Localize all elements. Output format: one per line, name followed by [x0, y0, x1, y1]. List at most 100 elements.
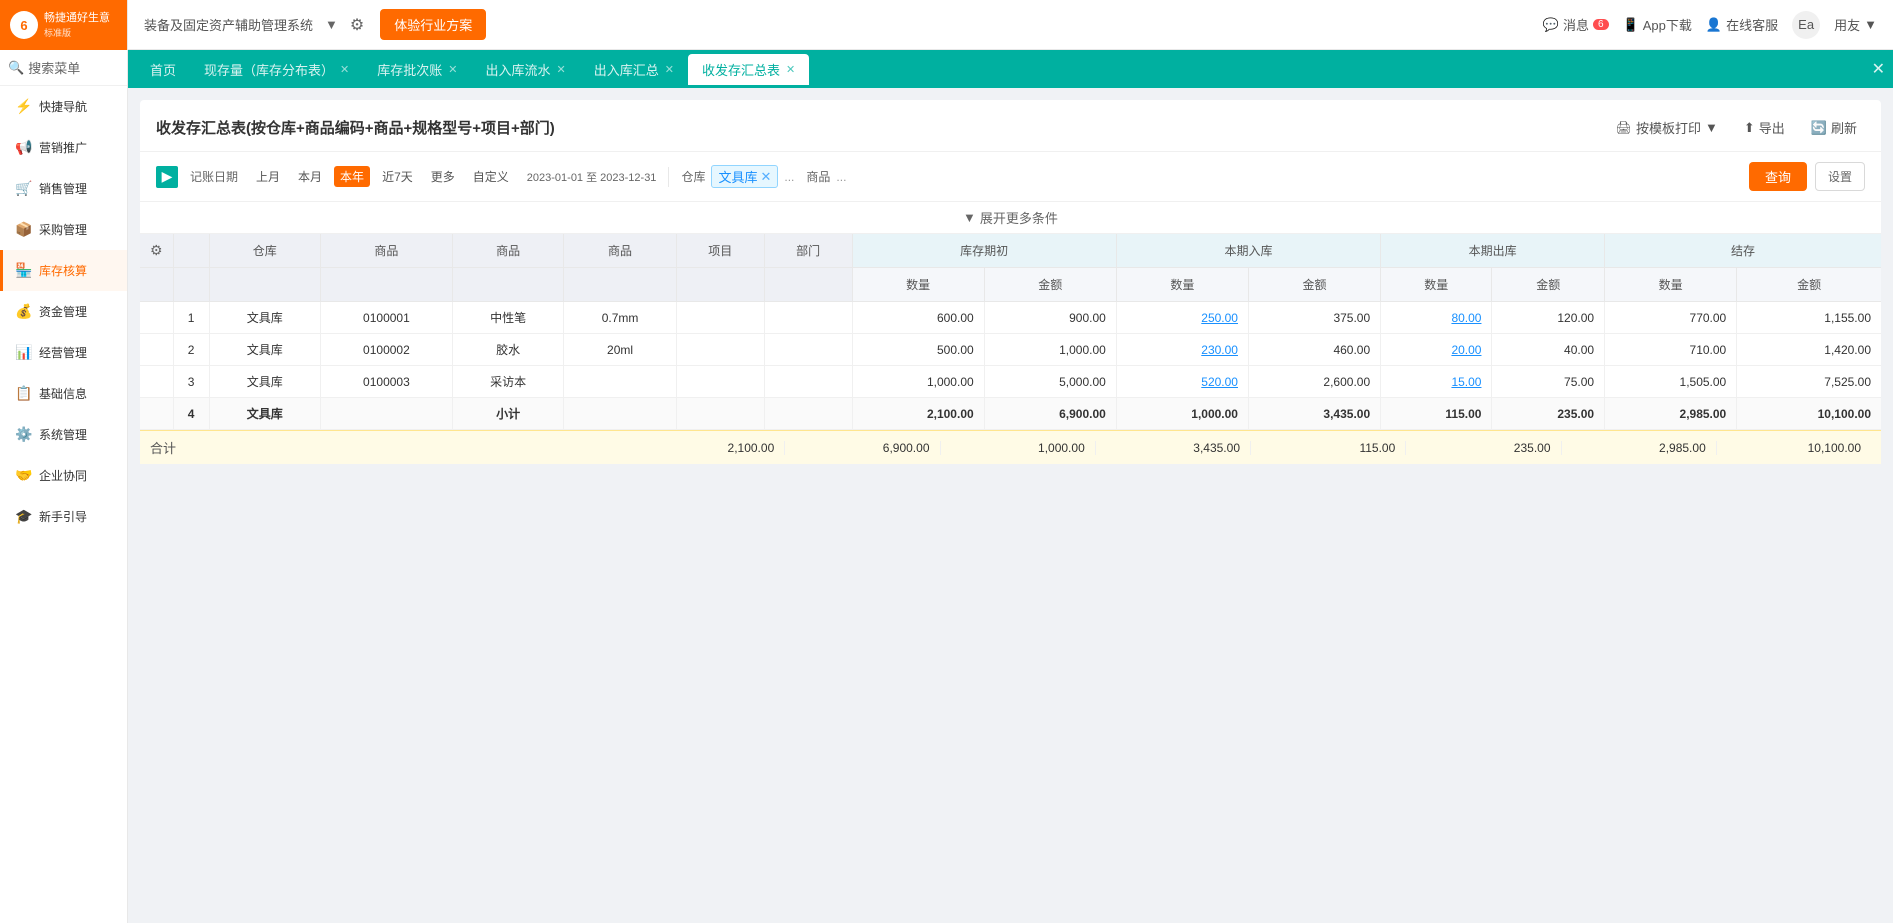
user-avatar[interactable]: Ea — [1792, 11, 1820, 39]
cell-out-qty[interactable]: 20.00 — [1381, 334, 1492, 366]
cell-project — [676, 398, 764, 430]
footer-out-amt: 235.00 — [1406, 441, 1561, 455]
sidebar-item-marketing[interactable]: 📢 营销推广 — [0, 127, 127, 168]
quick-nav-icon: ⚡ — [15, 98, 31, 115]
tab-batch-account-close[interactable]: ✕ — [448, 63, 457, 76]
th-gear[interactable]: ⚙ — [140, 234, 173, 268]
topbar-system: 装备及固定资产辅助管理系统 — [144, 15, 313, 34]
sidebar-item-operation[interactable]: 📊 经营管理 — [0, 332, 127, 373]
table-footer: 合计 2,100.00 6,900.00 1,000.00 3,435.00 1… — [140, 430, 1881, 464]
shortcut-this-month[interactable]: 本月 — [292, 166, 328, 187]
tab-home[interactable]: 首页 — [136, 54, 190, 85]
notification-item[interactable]: 💬 消息 6 — [1543, 15, 1609, 34]
cell-project — [676, 302, 764, 334]
close-all-tabs-button[interactable]: ✕ — [1872, 59, 1885, 79]
print-template-button[interactable]: 🖨 按模板打印 ▼ — [1607, 114, 1725, 141]
tab-recv-send-close[interactable]: ✕ — [786, 63, 795, 76]
cell-in-qty[interactable]: 230.00 — [1116, 334, 1248, 366]
table-settings-icon[interactable]: ⚙ — [150, 242, 163, 258]
cell-in-qty: 1,000.00 — [1116, 398, 1248, 430]
cell-out-amt: 40.00 — [1492, 334, 1605, 366]
tab-summary[interactable]: 出入库汇总 ✕ — [580, 54, 688, 85]
gear-icon[interactable]: ⚙ — [350, 15, 364, 35]
sidebar-item-purchase[interactable]: 📦 采购管理 — [0, 209, 127, 250]
expand-more-button[interactable]: ▼ 展开更多条件 — [963, 208, 1058, 227]
sidebar-item-sales[interactable]: 🛒 销售管理 — [0, 168, 127, 209]
cell-opening-qty: 2,100.00 — [852, 398, 984, 430]
tab-recv-send[interactable]: 收发存汇总表 ✕ — [688, 54, 809, 85]
filter-expand-button[interactable]: ▶ — [156, 166, 178, 188]
tab-flow[interactable]: 出入库流水 ✕ — [471, 54, 579, 85]
tab-summary-close[interactable]: ✕ — [665, 63, 674, 76]
shortcut-prev-month[interactable]: 上月 — [250, 166, 286, 187]
footer-out-qty: 115.00 — [1251, 441, 1406, 455]
cell-warehouse: 文具库 — [209, 366, 320, 398]
sidebar-item-guide[interactable]: 🎓 新手引导 — [0, 496, 127, 537]
basic-info-icon: 📋 — [15, 385, 31, 402]
cell-goods-name: 小计 — [452, 398, 563, 430]
cell-in-qty[interactable]: 520.00 — [1116, 366, 1248, 398]
refresh-button[interactable]: 🔄 刷新 — [1803, 114, 1865, 141]
guide-icon: 🎓 — [15, 508, 31, 525]
operation-icon: 📊 — [15, 344, 31, 361]
search-icon: 🔍 — [8, 60, 24, 76]
cell-closing-qty: 2,985.00 — [1605, 398, 1737, 430]
cell-opening-amt: 1,000.00 — [984, 334, 1116, 366]
tab-flow-close[interactable]: ✕ — [557, 63, 566, 76]
footer-opening-qty: 2,100.00 — [630, 441, 785, 455]
sidebar-item-label: 企业协同 — [39, 467, 87, 484]
refresh-icon: 🔄 — [1811, 120, 1827, 136]
goods-more[interactable]: ... — [836, 170, 846, 184]
cell-out-amt: 75.00 — [1492, 366, 1605, 398]
query-button[interactable]: 查询 — [1749, 162, 1807, 191]
shortcut-7-days[interactable]: 近7天 — [376, 166, 419, 187]
enterprise-icon: 🤝 — [15, 467, 31, 484]
sidebar-item-finance[interactable]: 💰 资金管理 — [0, 291, 127, 332]
cell-gear — [140, 302, 173, 334]
shortcut-more[interactable]: 更多 — [425, 166, 461, 187]
warehouse-more[interactable]: ... — [784, 170, 794, 184]
th-goods-code-sub — [320, 268, 452, 302]
th-index-sub — [173, 268, 209, 302]
sidebar-item-quick-nav[interactable]: ⚡ 快捷导航 — [0, 86, 127, 127]
cell-out-qty[interactable]: 80.00 — [1381, 302, 1492, 334]
th-opening-amt: 金额 — [984, 268, 1116, 302]
app-download-item[interactable]: 📱 App下载 — [1623, 15, 1692, 34]
tab-stock-dist-close[interactable]: ✕ — [340, 63, 349, 76]
topbar-dropdown-icon[interactable]: ▼ — [325, 17, 338, 32]
app-download-label: App下载 — [1643, 15, 1692, 34]
sidebar-item-system[interactable]: ⚙️ 系统管理 — [0, 414, 127, 455]
avatar-text: Ea — [1798, 17, 1814, 32]
cell-opening-amt: 900.00 — [984, 302, 1116, 334]
online-service-item[interactable]: 👤 在线客服 — [1706, 15, 1778, 34]
warehouse-tag-close[interactable]: ✕ — [760, 169, 771, 185]
settings-button[interactable]: 设置 — [1815, 162, 1865, 191]
expand-more-label: 展开更多条件 — [980, 208, 1058, 227]
sidebar-item-basic-info[interactable]: 📋 基础信息 — [0, 373, 127, 414]
expand-more-row: ▼ 展开更多条件 — [140, 202, 1881, 234]
cell-in-qty[interactable]: 250.00 — [1116, 302, 1248, 334]
try-button[interactable]: 体验行业方案 — [380, 9, 486, 40]
sidebar-search[interactable]: 🔍 搜索菜单 — [0, 50, 127, 86]
th-out-amt: 金额 — [1492, 268, 1605, 302]
th-goods-code: 商品 — [320, 234, 452, 268]
sidebar-item-enterprise[interactable]: 🤝 企业协同 — [0, 455, 127, 496]
date-label: 记账日期 — [190, 168, 238, 185]
th-project: 项目 — [676, 234, 764, 268]
cell-closing-qty: 1,505.00 — [1605, 366, 1737, 398]
cell-out-qty[interactable]: 15.00 — [1381, 366, 1492, 398]
tab-stock-dist[interactable]: 现存量（库存分布表） ✕ — [190, 54, 363, 85]
cell-closing-amt: 10,100.00 — [1737, 398, 1881, 430]
th-closing-qty: 数量 — [1605, 268, 1737, 302]
tab-batch-account[interactable]: 库存批次账 ✕ — [363, 54, 471, 85]
sidebar: 6 畅捷通好生意 标准版 🔍 搜索菜单 ⚡ 快捷导航 📢 营销推广 🛒 销售管理… — [0, 0, 128, 923]
user-label[interactable]: 用友 ▼ — [1834, 15, 1877, 34]
sidebar-item-inventory[interactable]: 🏪 库存核算 — [0, 250, 127, 291]
shortcut-this-year[interactable]: 本年 — [334, 166, 370, 187]
th-closing-amt: 金额 — [1737, 268, 1881, 302]
cell-out-amt: 235.00 — [1492, 398, 1605, 430]
shortcut-custom[interactable]: 自定义 — [467, 166, 515, 187]
export-button[interactable]: ⬆ 导出 — [1736, 114, 1793, 141]
cell-opening-qty: 1,000.00 — [852, 366, 984, 398]
sidebar-item-label: 经营管理 — [39, 344, 87, 361]
